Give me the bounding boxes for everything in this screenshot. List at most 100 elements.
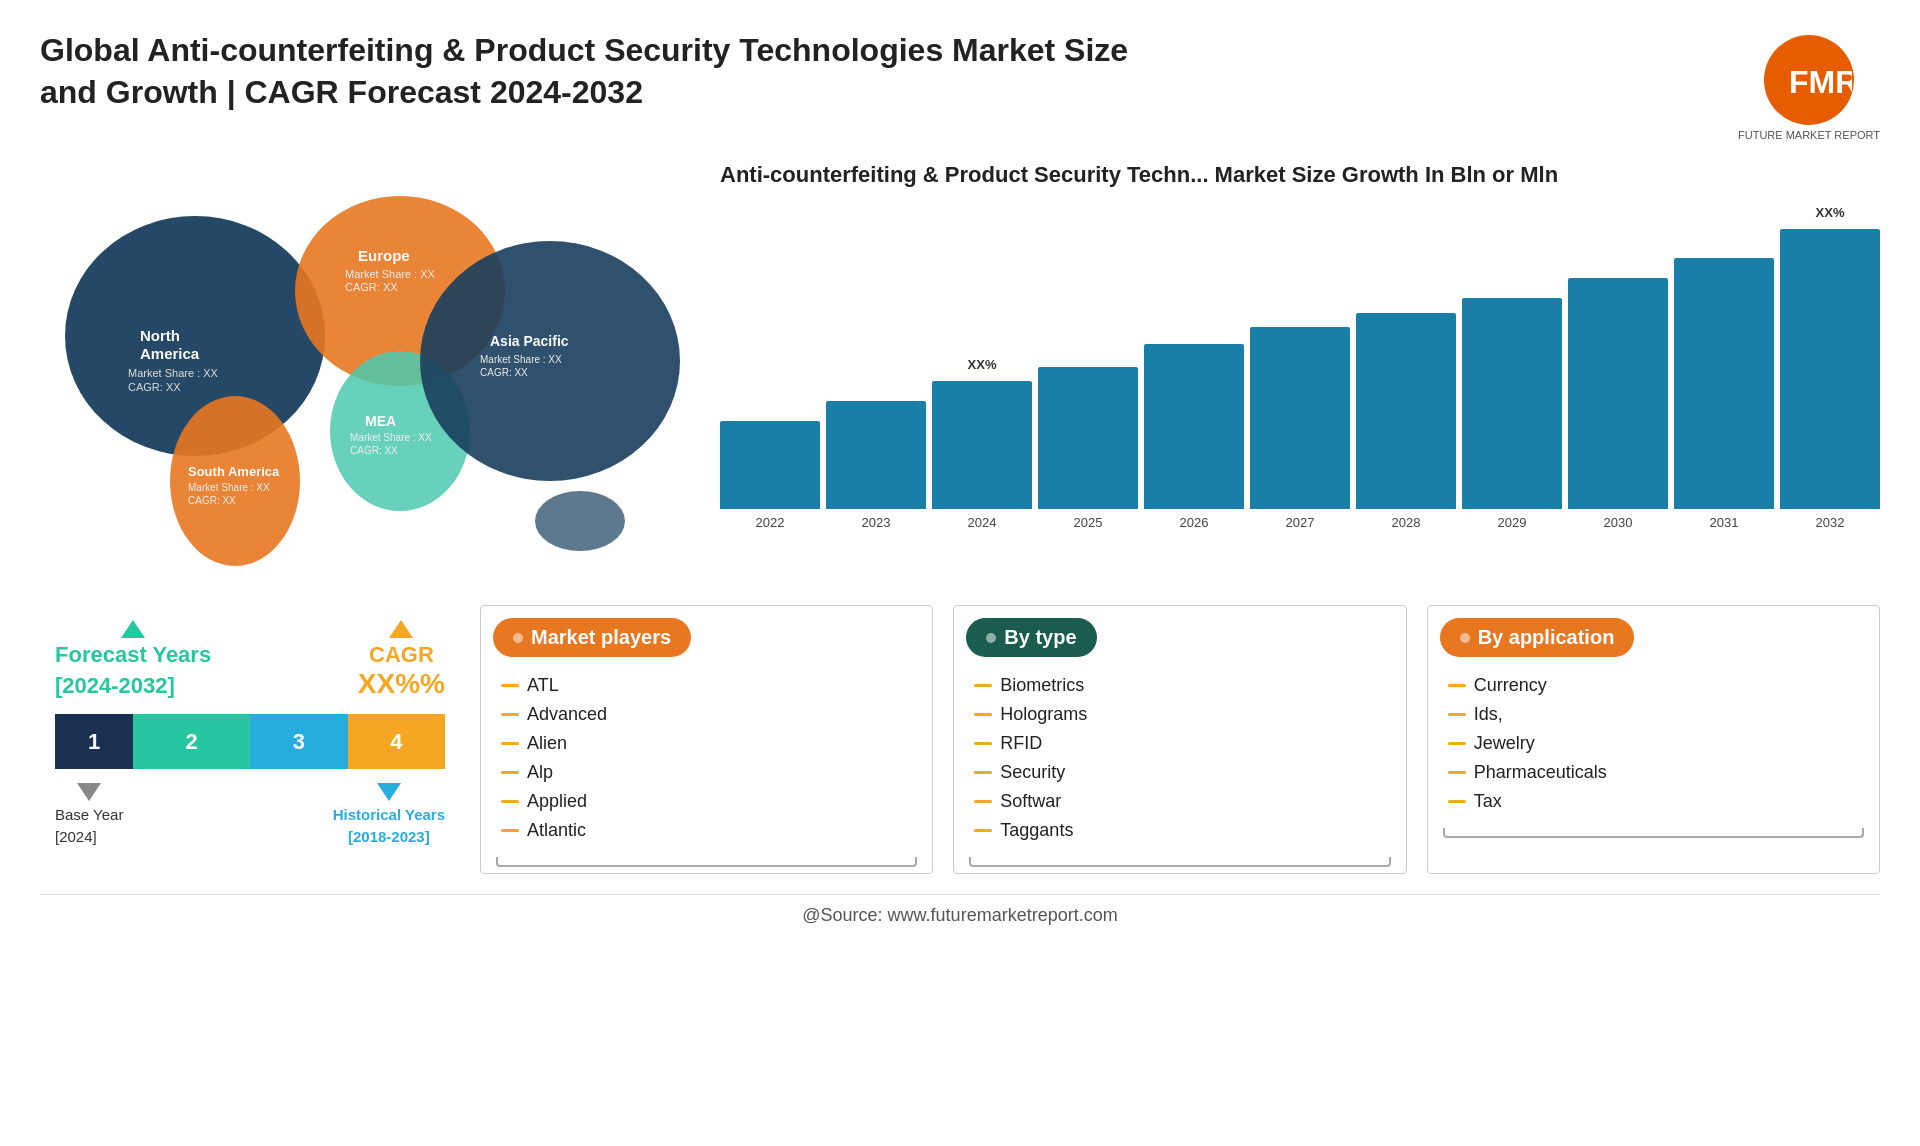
- logo-subtitle: FUTURE MARKET REPORT: [1738, 129, 1880, 141]
- page-title: Global Anti-counterfeiting & Product Sec…: [40, 30, 1140, 113]
- svg-text:South America: South America: [188, 464, 280, 479]
- dash-icon: [974, 771, 992, 774]
- cat-item: Jewelry: [1448, 729, 1864, 758]
- bar-col-2022: 2022: [720, 205, 820, 530]
- dash-icon: [974, 829, 992, 832]
- cat-header-market-players: Market players: [493, 618, 691, 657]
- cat-item-text: Alp: [527, 762, 553, 783]
- base-year-value: [2024]: [55, 828, 123, 845]
- svg-text:MEA: MEA: [365, 413, 396, 429]
- bar-year-label-2023: 2023: [862, 515, 891, 530]
- bar-col-2026: 2026: [1144, 205, 1244, 530]
- timeline-seg-1: 1: [55, 714, 133, 769]
- bottom-row: Forecast Years [2024-2032] CAGR XX%% 1 2…: [40, 605, 1880, 874]
- cat-item: Holograms: [974, 700, 1390, 729]
- cat-item: Ids,: [1448, 700, 1864, 729]
- dash-icon: [974, 713, 992, 716]
- bar-col-2032: XX% 2032: [1780, 205, 1880, 530]
- base-year-label: Base Year: [55, 806, 123, 823]
- timeline-seg-2: 2: [133, 714, 250, 769]
- bar-year-label-2029: 2029: [1498, 515, 1527, 530]
- cat-item: Taggants: [974, 816, 1390, 845]
- svg-text:CAGR: XX: CAGR: XX: [345, 281, 398, 293]
- cat-item: Softwar: [974, 787, 1390, 816]
- cat-item: ATL: [501, 671, 917, 700]
- bar-2027: [1250, 327, 1350, 509]
- bar-year-label-2025: 2025: [1074, 515, 1103, 530]
- bar-2028: [1356, 313, 1456, 509]
- hist-arrow-down: [377, 783, 401, 801]
- dash-icon: [1448, 771, 1466, 774]
- dash-icon: [501, 713, 519, 716]
- bar-year-label-2026: 2026: [1180, 515, 1209, 530]
- cat-item-text: RFID: [1000, 733, 1042, 754]
- cat-item-text: ATL: [527, 675, 559, 696]
- bar-year-label-2027: 2027: [1286, 515, 1315, 530]
- page-header: Global Anti-counterfeiting & Product Sec…: [40, 30, 1880, 141]
- cat-list-by-application: CurrencyIds,JewelryPharmaceuticalsTax: [1428, 663, 1879, 824]
- main-content-row: North America Market Share : XX CAGR: XX…: [40, 161, 1880, 585]
- dash-icon: [501, 684, 519, 687]
- cat-item-text: Alien: [527, 733, 567, 754]
- cat-item-text: Softwar: [1000, 791, 1061, 812]
- svg-text:Market Share : XX: Market Share : XX: [480, 354, 562, 365]
- cat-item-text: Holograms: [1000, 704, 1087, 725]
- hist-range: [2018-2023]: [333, 828, 445, 845]
- dash-icon: [1448, 713, 1466, 716]
- bar-col-2027: 2027: [1250, 205, 1350, 530]
- cat-header-by-application: By application: [1440, 618, 1635, 657]
- dash-icon: [974, 684, 992, 687]
- cat-item: Security: [974, 758, 1390, 787]
- bar-col-2023: 2023: [826, 205, 926, 530]
- dash-icon: [501, 829, 519, 832]
- bar-year-label-2028: 2028: [1392, 515, 1421, 530]
- hist-label: Historical Years: [333, 806, 445, 823]
- cat-item: Biometrics: [974, 671, 1390, 700]
- bar-2026: [1144, 344, 1244, 509]
- cat-item-text: Tax: [1474, 791, 1502, 812]
- bar-year-label-2031: 2031: [1710, 515, 1739, 530]
- cat-item-text: Atlantic: [527, 820, 586, 841]
- logo-area: FMR FUTURE MARKET REPORT: [1738, 35, 1880, 141]
- bar-2030: [1568, 278, 1668, 509]
- svg-text:America: America: [140, 345, 200, 362]
- dash-icon: [974, 742, 992, 745]
- chart-title-text: Anti-counterfeiting & Product Security T…: [720, 162, 1558, 187]
- dash-icon: [1448, 742, 1466, 745]
- chart-title: Anti-counterfeiting & Product Security T…: [720, 161, 1880, 190]
- timeline-seg-4: 4: [348, 714, 446, 769]
- cat-item: Pharmaceuticals: [1448, 758, 1864, 787]
- bar-year-label-2024: 2024: [968, 515, 997, 530]
- svg-text:North: North: [140, 327, 180, 344]
- timeline-section: Forecast Years [2024-2032] CAGR XX%% 1 2…: [40, 605, 460, 874]
- svg-text:Market Share : XX: Market Share : XX: [345, 268, 436, 280]
- cat-header-by-type: By type: [966, 618, 1096, 657]
- timeline-seg-3: 3: [250, 714, 348, 769]
- bar-annotation-2032: XX%: [1816, 205, 1845, 220]
- cat-list-by-type: Biometrics Holograms RFID Security Softwar Ta…: [954, 663, 1405, 853]
- svg-text:Market Share : XX: Market Share : XX: [350, 432, 432, 443]
- bar-col-2029: 2029: [1462, 205, 1562, 530]
- bar-2025: [1038, 367, 1138, 509]
- dash-icon: [501, 742, 519, 745]
- cat-item-text: Biometrics: [1000, 675, 1084, 696]
- world-map-svg: North America Market Share : XX CAGR: XX…: [40, 161, 690, 581]
- svg-text:CAGR: XX: CAGR: XX: [128, 381, 181, 393]
- cat-item-text: Ids,: [1474, 704, 1503, 725]
- bar-year-label-2032: 2032: [1816, 515, 1845, 530]
- bar-col-2025: 2025: [1038, 205, 1138, 530]
- card-bracket: [969, 857, 1390, 867]
- bar-annotation-2024: XX%: [968, 357, 997, 372]
- cat-item: Alp: [501, 758, 917, 787]
- cat-item: RFID: [974, 729, 1390, 758]
- chart-section: Anti-counterfeiting & Product Security T…: [720, 161, 1880, 585]
- cagr-value: XX%%: [358, 668, 445, 700]
- cat-item: Alien: [501, 729, 917, 758]
- cat-card-by-application: By applicationCurrencyIds,JewelryPharmac…: [1427, 605, 1880, 874]
- bar-col-2028: 2028: [1356, 205, 1456, 530]
- dash-icon: [501, 771, 519, 774]
- bar-2023: [826, 401, 926, 509]
- cat-item: Applied: [501, 787, 917, 816]
- svg-text:CAGR: XX: CAGR: XX: [480, 367, 528, 378]
- cat-item: Advanced: [501, 700, 917, 729]
